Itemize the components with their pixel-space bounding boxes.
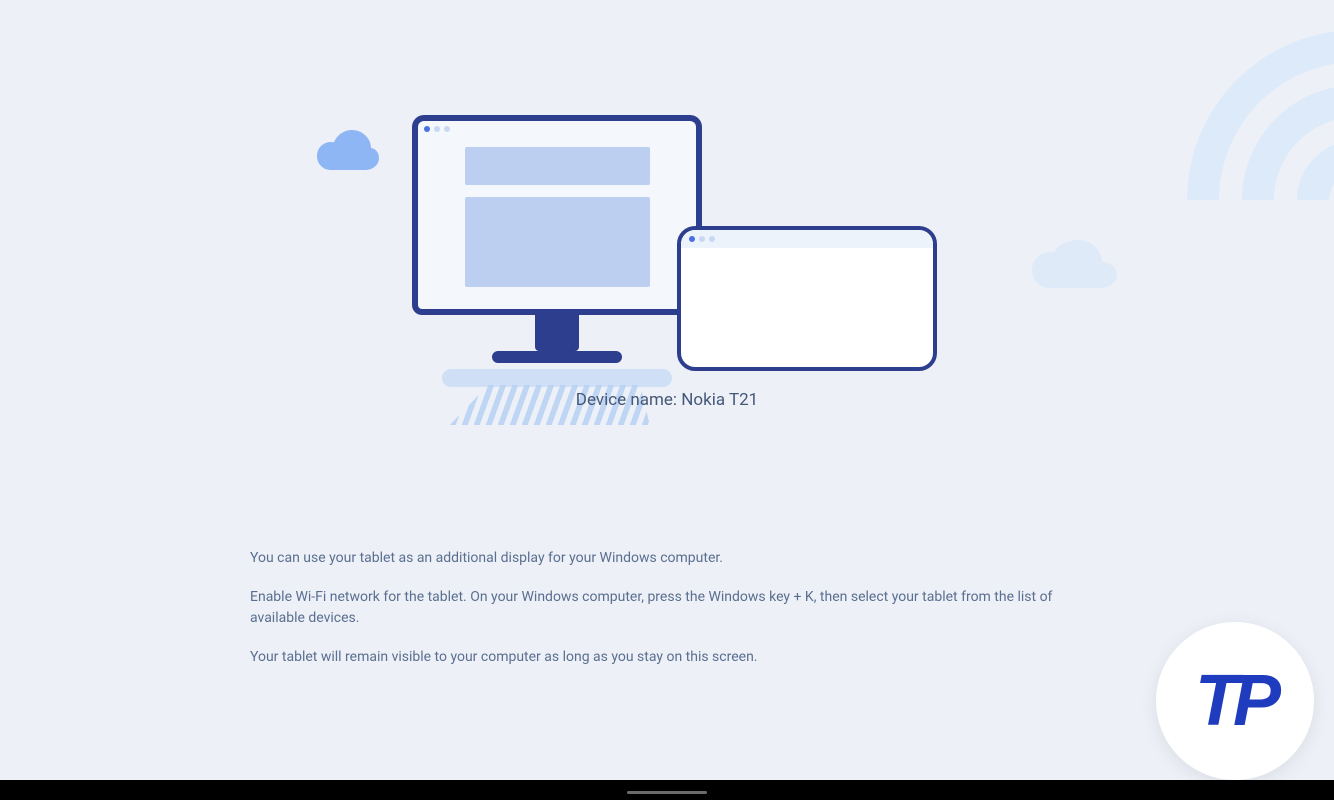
instruction-line-2: Enable Wi-Fi network for the tablet. On … <box>250 587 1080 629</box>
device-name-label: Device name: <box>576 390 677 410</box>
cloud-icon <box>317 130 379 174</box>
android-nav-bar[interactable] <box>0 780 1334 800</box>
monitor-illustration <box>412 115 702 425</box>
cloud-icon <box>1032 240 1117 292</box>
hero-illustration <box>317 40 1017 400</box>
instruction-line-1: You can use your tablet as an additional… <box>250 548 1080 569</box>
device-name-value: Nokia T21 <box>681 390 758 410</box>
instructions-block: You can use your tablet as an additional… <box>250 548 1080 686</box>
tablet-illustration <box>677 226 937 371</box>
nav-handle-icon[interactable] <box>627 791 707 794</box>
watermark-logo: TP <box>1195 665 1275 737</box>
watermark-badge: TP <box>1156 622 1314 780</box>
device-name: Device name: Nokia T21 <box>576 390 758 410</box>
instruction-line-3: Your tablet will remain visible to your … <box>250 647 1080 668</box>
